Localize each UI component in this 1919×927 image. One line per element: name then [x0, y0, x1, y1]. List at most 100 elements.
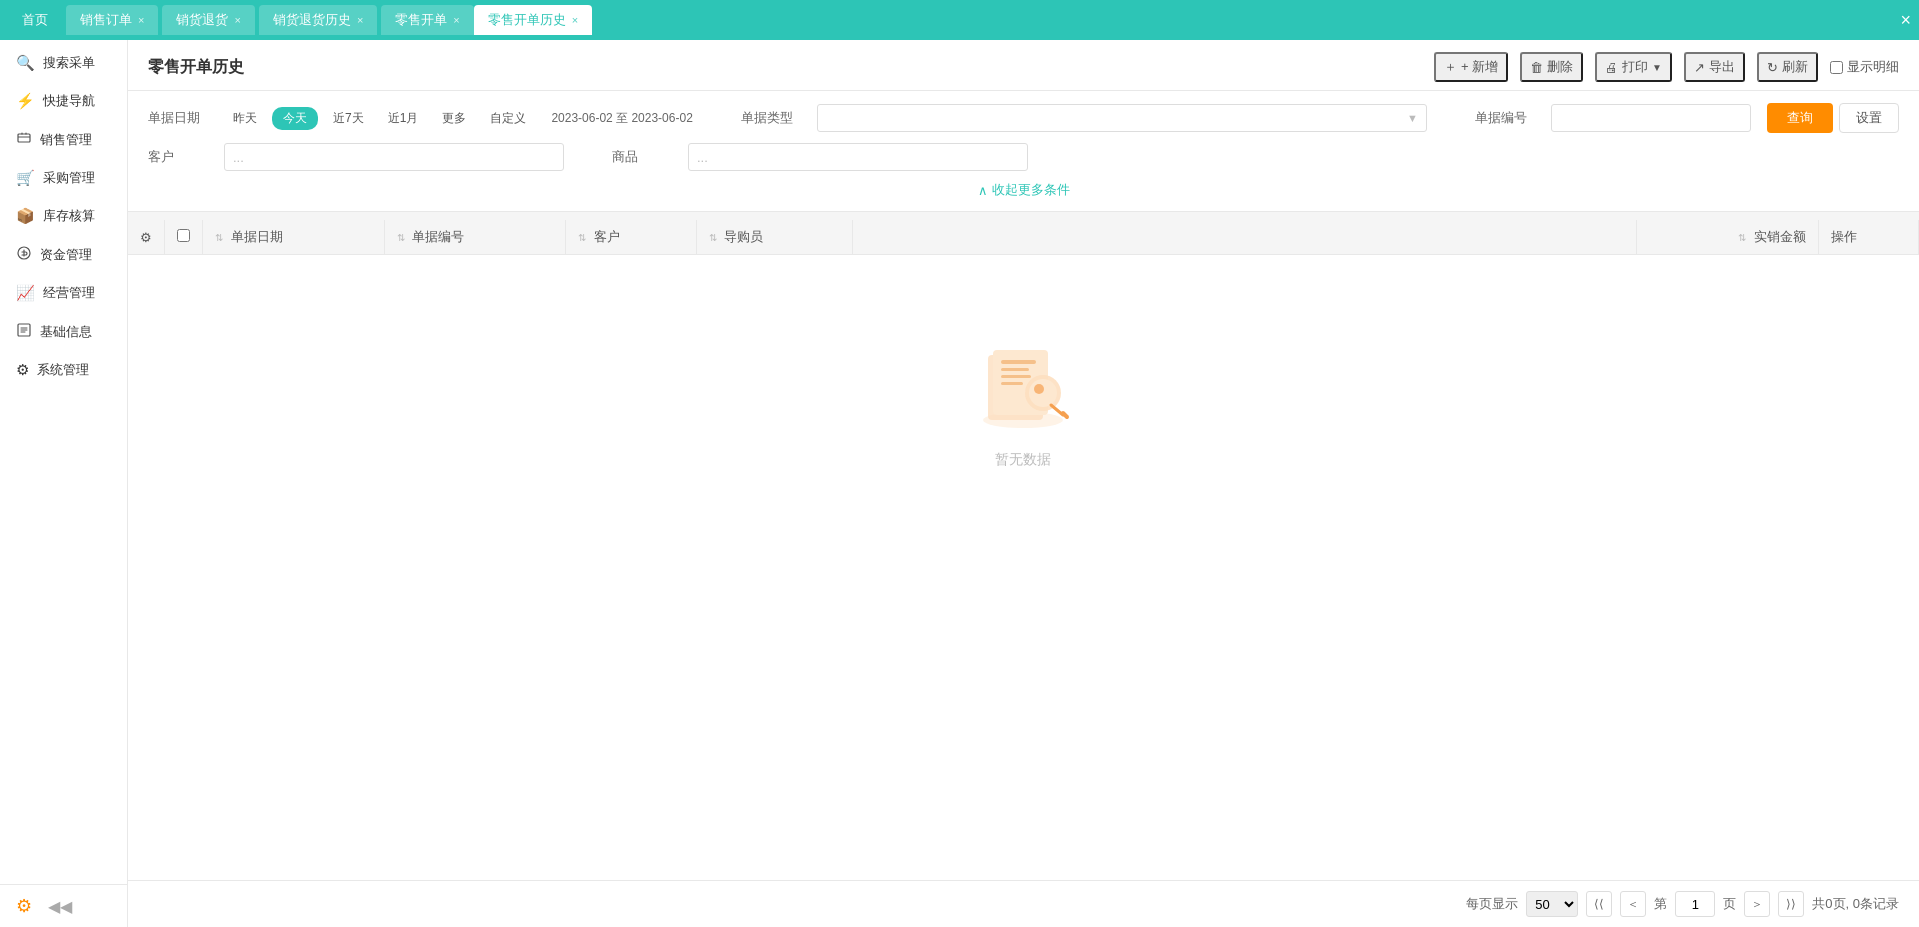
sidebar-item-purchase-mgmt[interactable]: 🛒 采购管理: [0, 159, 127, 197]
date-range: 2023-06-02 至 2023-06-02: [551, 110, 692, 127]
print-button[interactable]: 🖨 打印 ▼: [1595, 52, 1672, 82]
prev-page-btn[interactable]: ＜: [1620, 891, 1646, 917]
add-icon: ＋: [1444, 58, 1457, 76]
bill-no-label: 单据编号: [1475, 109, 1535, 127]
page-total: 共0页, 0条记录: [1812, 895, 1899, 913]
next-page-btn[interactable]: ＞: [1744, 891, 1770, 917]
tab-sales-order[interactable]: 销售订单 ×: [66, 5, 158, 35]
pagination-bar: 每页显示 10 20 50 100 ⟨⟨ ＜ 第 1 页 ＞ ⟩⟩ 共0页, 0…: [128, 880, 1919, 927]
toolbar: ＋ + 新增 🗑 删除 🖨 打印 ▼ ↗ 导出 ↻: [1434, 52, 1899, 82]
print-icon: 🖨: [1605, 60, 1618, 75]
col-settings[interactable]: ⚙: [128, 220, 165, 255]
sort-guide-icon: ⇅: [709, 232, 717, 243]
sidebar-settings-icon[interactable]: ⚙: [16, 895, 32, 917]
date-btn-more[interactable]: 更多: [433, 107, 475, 130]
date-btn-today[interactable]: 今天: [272, 107, 318, 130]
col-amount[interactable]: ⇅ 实销金额: [1637, 220, 1819, 255]
col-extra: [852, 220, 1636, 255]
export-icon: ↗: [1694, 60, 1705, 75]
svg-rect-7: [1001, 368, 1029, 371]
sort-bill-no-icon: ⇅: [397, 232, 405, 243]
bill-type-chevron-icon: ▼: [1407, 112, 1418, 124]
page-prefix-label: 第: [1654, 895, 1667, 913]
sidebar-collapse-icon[interactable]: ◀◀: [48, 897, 72, 916]
sidebar-item-operations[interactable]: 📈 经营管理: [0, 274, 127, 312]
sidebar-bottom: ⚙ ◀◀: [0, 884, 127, 927]
goods-input[interactable]: ...: [688, 143, 1028, 171]
select-all-checkbox[interactable]: [177, 229, 190, 242]
sidebar-item-inventory[interactable]: 📦 库存核算: [0, 197, 127, 235]
svg-rect-6: [1001, 360, 1036, 364]
close-tab-sales-order[interactable]: ×: [138, 14, 144, 26]
topbar-right: ×: [1900, 10, 1911, 31]
sidebar-item-sales-mgmt[interactable]: 销售管理: [0, 120, 127, 159]
col-customer[interactable]: ⇅ 客户: [566, 220, 697, 255]
window-close-btn[interactable]: ×: [1900, 10, 1911, 31]
display-detail-checkbox[interactable]: [1830, 61, 1843, 74]
refresh-button[interactable]: ↻ 刷新: [1757, 52, 1818, 82]
col-checkbox[interactable]: [165, 220, 203, 255]
display-toggle[interactable]: 显示明细: [1830, 58, 1899, 76]
sort-amount-icon: ⇅: [1738, 232, 1746, 243]
close-tab-retail-open-history[interactable]: ×: [572, 14, 578, 26]
sidebar-item-system[interactable]: ⚙ 系统管理: [0, 351, 127, 389]
per-page-select[interactable]: 10 20 50 100: [1526, 891, 1578, 917]
add-button[interactable]: ＋ + 新增: [1434, 52, 1508, 82]
tab-sales-return-history[interactable]: 销货退货历史 ×: [259, 5, 377, 35]
data-table: ⚙ ⇅ 单据日期 ⇅ 单据编号: [128, 220, 1919, 549]
per-page-label: 每页显示: [1466, 895, 1518, 913]
page-suffix-label: 页: [1723, 895, 1736, 913]
last-page-btn[interactable]: ⟩⟩: [1778, 891, 1804, 917]
date-btn-7days[interactable]: 近7天: [324, 107, 373, 130]
table-wrapper: ⚙ ⇅ 单据日期 ⇅ 单据编号: [128, 220, 1919, 880]
col-action: 操作: [1818, 220, 1918, 255]
basic-info-icon: [16, 322, 32, 341]
svg-rect-8: [1001, 375, 1031, 378]
first-page-btn[interactable]: ⟨⟨: [1586, 891, 1612, 917]
query-settings-group: 查询 设置: [1767, 103, 1899, 133]
filter-settings-button[interactable]: 设置: [1839, 103, 1899, 133]
close-tab-retail-open[interactable]: ×: [453, 14, 459, 26]
table-settings-icon[interactable]: ⚙: [140, 230, 152, 245]
bill-type-select[interactable]: ▼: [817, 104, 1427, 132]
bill-no-input[interactable]: [1551, 104, 1751, 132]
empty-state: 暂无数据: [128, 255, 1919, 549]
sidebar: 🔍 搜索采单 ⚡ 快捷导航 销售管理 🛒 采购管理 📦 库存核算 资金管理: [0, 40, 128, 927]
query-button[interactable]: 查询: [1767, 103, 1833, 133]
tab-retail-open-history[interactable]: 零售开单历史 ×: [474, 5, 592, 35]
delete-icon: 🗑: [1530, 60, 1543, 75]
close-tab-sales-return[interactable]: ×: [234, 14, 240, 26]
svg-rect-0: [18, 134, 30, 142]
table-body: 暂无数据: [128, 255, 1919, 550]
col-guide[interactable]: ⇅ 导购员: [696, 220, 852, 255]
sidebar-item-basic-info[interactable]: 基础信息: [0, 312, 127, 351]
search-purchase-icon: 🔍: [16, 54, 35, 72]
date-btn-yesterday[interactable]: 昨天: [224, 107, 266, 130]
date-btn-1month[interactable]: 近1月: [379, 107, 428, 130]
sales-mgmt-icon: [16, 130, 32, 149]
sidebar-item-finance[interactable]: 资金管理: [0, 235, 127, 274]
page-input[interactable]: 1: [1675, 891, 1715, 917]
svg-point-12: [1034, 384, 1044, 394]
customer-input[interactable]: ...: [224, 143, 564, 171]
table-head: ⚙ ⇅ 单据日期 ⇅ 单据编号: [128, 220, 1919, 255]
export-button[interactable]: ↗ 导出: [1684, 52, 1745, 82]
svg-point-11: [1029, 379, 1057, 407]
sidebar-item-search-purchase[interactable]: 🔍 搜索采单: [0, 44, 127, 82]
close-tab-sales-return-history[interactable]: ×: [357, 14, 363, 26]
col-date[interactable]: ⇅ 单据日期: [203, 220, 385, 255]
tab-home[interactable]: 首页: [8, 5, 62, 35]
page-header: 零售开单历史 ＋ + 新增 🗑 删除 🖨 打印 ▼ ↗ 导出: [128, 40, 1919, 91]
sort-customer-icon: ⇅: [578, 232, 586, 243]
tab-sales-return[interactable]: 销货退货 ×: [162, 5, 254, 35]
date-btn-custom[interactable]: 自定义: [481, 107, 535, 130]
collapse-button[interactable]: ∧ 收起更多条件: [978, 181, 1070, 199]
tab-retail-open[interactable]: 零售开单 ×: [381, 5, 473, 35]
finance-icon: [16, 245, 32, 264]
col-bill-no[interactable]: ⇅ 单据编号: [384, 220, 566, 255]
delete-button[interactable]: 🗑 删除: [1520, 52, 1583, 82]
collapse-chevron-icon: ∧: [978, 183, 988, 198]
svg-line-14: [1063, 413, 1067, 417]
top-bar: 首页 销售订单 × 销货退货 × 销货退货历史 × 零售开单 × 零售开单历史 …: [0, 0, 1919, 40]
sidebar-item-quick-nav[interactable]: ⚡ 快捷导航: [0, 82, 127, 120]
